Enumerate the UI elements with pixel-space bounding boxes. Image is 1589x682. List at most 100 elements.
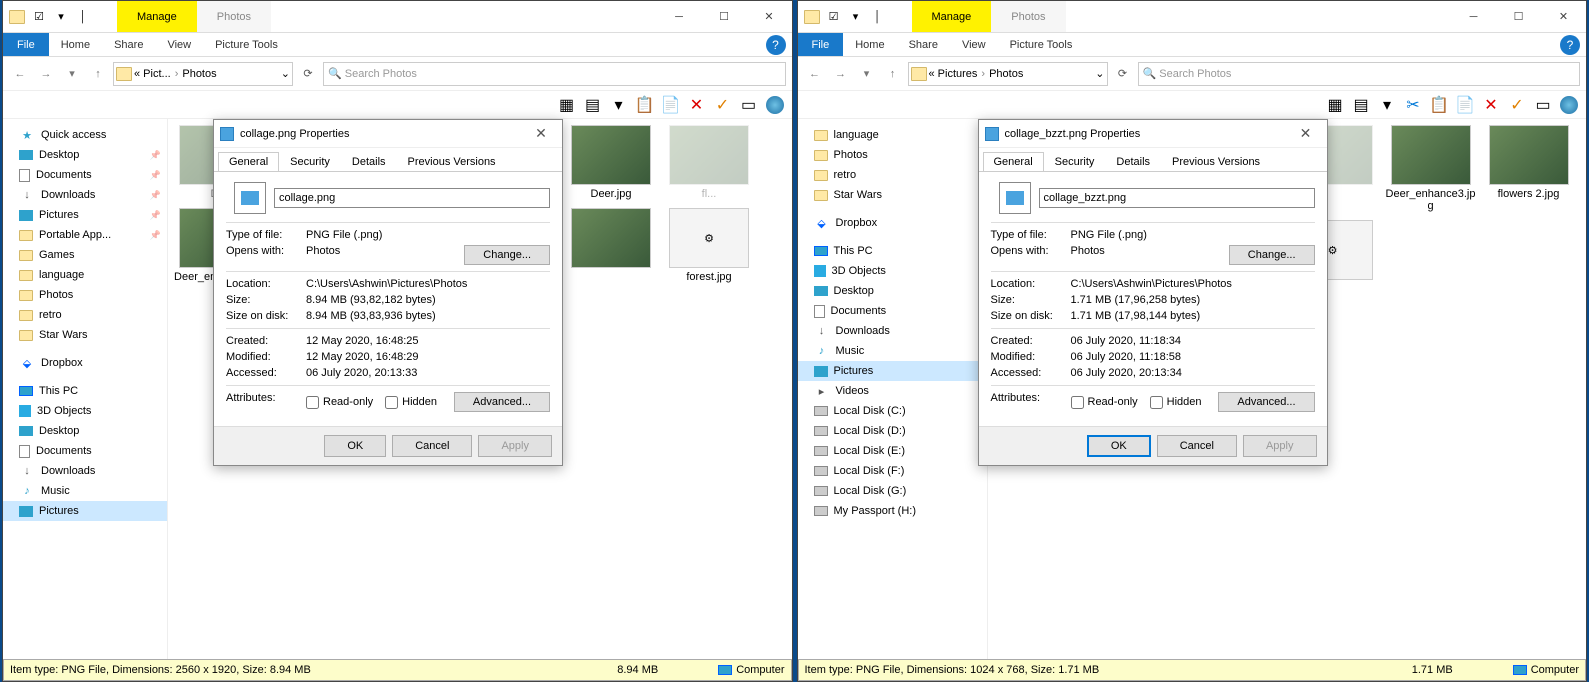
view-list-icon[interactable]: ▦	[1324, 94, 1346, 116]
qat-overflow[interactable]: │	[868, 7, 888, 27]
close-button[interactable]: ✕	[747, 1, 792, 32]
tree-quick-access[interactable]: Quick access	[3, 125, 167, 145]
up-button[interactable]: ↑	[87, 63, 109, 85]
file-item[interactable]: ⚙forest.jpg	[664, 208, 754, 295]
cancel-button[interactable]: Cancel	[1157, 435, 1237, 457]
tree-qa-language[interactable]: language	[3, 265, 167, 285]
history-dropdown[interactable]: ▾	[61, 63, 83, 85]
tab-title-photos[interactable]: Photos	[991, 1, 1065, 32]
dialog-titlebar[interactable]: collage.png Properties ✕	[214, 120, 562, 148]
rename-icon[interactable]: ▭	[738, 94, 760, 116]
qat-check-icon[interactable]: ☑	[824, 7, 844, 27]
tree-documents[interactable]: Documents	[798, 301, 987, 321]
tree-qa-photos[interactable]: Photos	[3, 285, 167, 305]
tab-manage[interactable]: Manage	[912, 1, 992, 32]
tree-qa-portable[interactable]: Portable App...	[3, 225, 167, 245]
ribbon-picture-tools[interactable]: Picture Tools	[203, 33, 290, 56]
minimize-button[interactable]: ─	[657, 1, 702, 32]
tree-qa-starwars[interactable]: Star Wars	[3, 325, 167, 345]
tree-qa-downloads[interactable]: Downloads	[3, 185, 167, 205]
advanced-button[interactable]: Advanced...	[1218, 392, 1314, 412]
refresh-button[interactable]: ⟳	[297, 63, 319, 85]
ribbon-home[interactable]: Home	[49, 33, 102, 56]
ok-button[interactable]: OK	[1087, 435, 1151, 457]
breadcrumb-prefix[interactable]: « Pict...	[134, 68, 171, 80]
tab-security[interactable]: Security	[279, 152, 341, 171]
titlebar[interactable]: ☑ ▾ │ Manage Photos ─ ☐ ✕	[3, 1, 792, 33]
properties-dialog[interactable]: collage_bzzt.png Properties ✕ General Se…	[978, 119, 1328, 466]
tree-downloads[interactable]: Downloads	[3, 461, 167, 481]
history-dropdown[interactable]: ▾	[856, 63, 878, 85]
tree-pictures-selected[interactable]: Pictures	[798, 361, 987, 381]
tree-qa-documents[interactable]: Documents	[3, 165, 167, 185]
tree-qa-games[interactable]: Games	[3, 245, 167, 265]
properties-dialog[interactable]: collage.png Properties ✕ General Securit…	[213, 119, 563, 466]
breadcrumb-box[interactable]: « Pictures › Photos ⌄	[908, 62, 1108, 86]
tree-pictures-selected[interactable]: Pictures	[3, 501, 167, 521]
readonly-checkbox[interactable]: Read-only	[1071, 392, 1138, 412]
tree-dropbox[interactable]: Dropbox	[3, 353, 167, 373]
close-button[interactable]: ✕	[1541, 1, 1586, 32]
copy-icon[interactable]: 📋	[634, 94, 656, 116]
apply-button[interactable]: Apply	[478, 435, 552, 457]
cut-icon[interactable]	[1402, 94, 1424, 116]
tab-previous[interactable]: Previous Versions	[397, 152, 507, 171]
tab-details[interactable]: Details	[341, 152, 397, 171]
dialog-close-button[interactable]: ✕	[526, 125, 556, 142]
tab-general[interactable]: General	[218, 152, 279, 171]
tree-disk-c[interactable]: Local Disk (C:)	[798, 401, 987, 421]
view-large-icon[interactable]: ▤	[582, 94, 604, 116]
tree-starwars[interactable]: Star Wars	[798, 185, 987, 205]
tree-photos[interactable]: Photos	[798, 145, 987, 165]
titlebar[interactable]: ☑ ▾ │ Manage Photos ─ ☐ ✕	[798, 1, 1587, 33]
qat-folder-icon[interactable]	[7, 7, 27, 27]
delete-icon[interactable]: ✕	[1480, 94, 1502, 116]
view-large-icon[interactable]: ▤	[1350, 94, 1372, 116]
change-button[interactable]: Change...	[464, 245, 550, 265]
tree-music[interactable]: Music	[798, 341, 987, 361]
tree-this-pc[interactable]: This PC	[798, 241, 987, 261]
ribbon-share[interactable]: Share	[102, 33, 155, 56]
maximize-button[interactable]: ☐	[1496, 1, 1541, 32]
ribbon-view[interactable]: View	[950, 33, 998, 56]
breadcrumb-dropdown[interactable]: ⌄	[281, 67, 290, 80]
delete-icon[interactable]: ✕	[686, 94, 708, 116]
tab-manage[interactable]: Manage	[117, 1, 197, 32]
tree-this-pc[interactable]: This PC	[3, 381, 167, 401]
tree-3dobjects[interactable]: 3D Objects	[3, 401, 167, 421]
forward-button[interactable]: →	[35, 63, 57, 85]
dialog-close-button[interactable]: ✕	[1291, 125, 1321, 142]
advanced-button[interactable]: Advanced...	[454, 392, 550, 412]
forward-button[interactable]: →	[830, 63, 852, 85]
check-icon[interactable]: ✓	[1506, 94, 1528, 116]
refresh-button[interactable]: ⟳	[1112, 63, 1134, 85]
tree-qa-desktop[interactable]: Desktop	[3, 145, 167, 165]
file-item[interactable]: Deer_enhance3.jpg	[1386, 125, 1476, 212]
tree-passport[interactable]: My Passport (H:)	[798, 501, 987, 521]
help-icon[interactable]: ?	[1560, 35, 1580, 55]
tab-security[interactable]: Security	[1044, 152, 1106, 171]
breadcrumb-current[interactable]: Photos	[989, 68, 1023, 80]
tree-disk-f[interactable]: Local Disk (F:)	[798, 461, 987, 481]
tree-desktop[interactable]: Desktop	[3, 421, 167, 441]
qat-folder-icon[interactable]	[802, 7, 822, 27]
tree-documents[interactable]: Documents	[3, 441, 167, 461]
tab-previous[interactable]: Previous Versions	[1161, 152, 1271, 171]
maximize-button[interactable]: ☐	[702, 1, 747, 32]
ribbon-home[interactable]: Home	[843, 33, 896, 56]
file-item[interactable]	[566, 208, 656, 295]
nav-tree[interactable]: language Photos retro Star Wars Dropbox …	[798, 119, 988, 659]
breadcrumb-current[interactable]: Photos	[182, 68, 216, 80]
tree-language[interactable]: language	[798, 125, 987, 145]
copy-icon[interactable]: 📋	[1428, 94, 1450, 116]
ribbon-share[interactable]: Share	[897, 33, 950, 56]
tree-dropbox[interactable]: Dropbox	[798, 213, 987, 233]
file-item[interactable]: Deer.jpg	[566, 125, 656, 200]
tree-disk-d[interactable]: Local Disk (D:)	[798, 421, 987, 441]
qat-overflow[interactable]: │	[73, 7, 93, 27]
tree-disk-g[interactable]: Local Disk (G:)	[798, 481, 987, 501]
ribbon-view[interactable]: View	[155, 33, 203, 56]
check-icon[interactable]: ✓	[712, 94, 734, 116]
tree-qa-pictures[interactable]: Pictures	[3, 205, 167, 225]
ribbon-file[interactable]: File	[798, 33, 844, 56]
